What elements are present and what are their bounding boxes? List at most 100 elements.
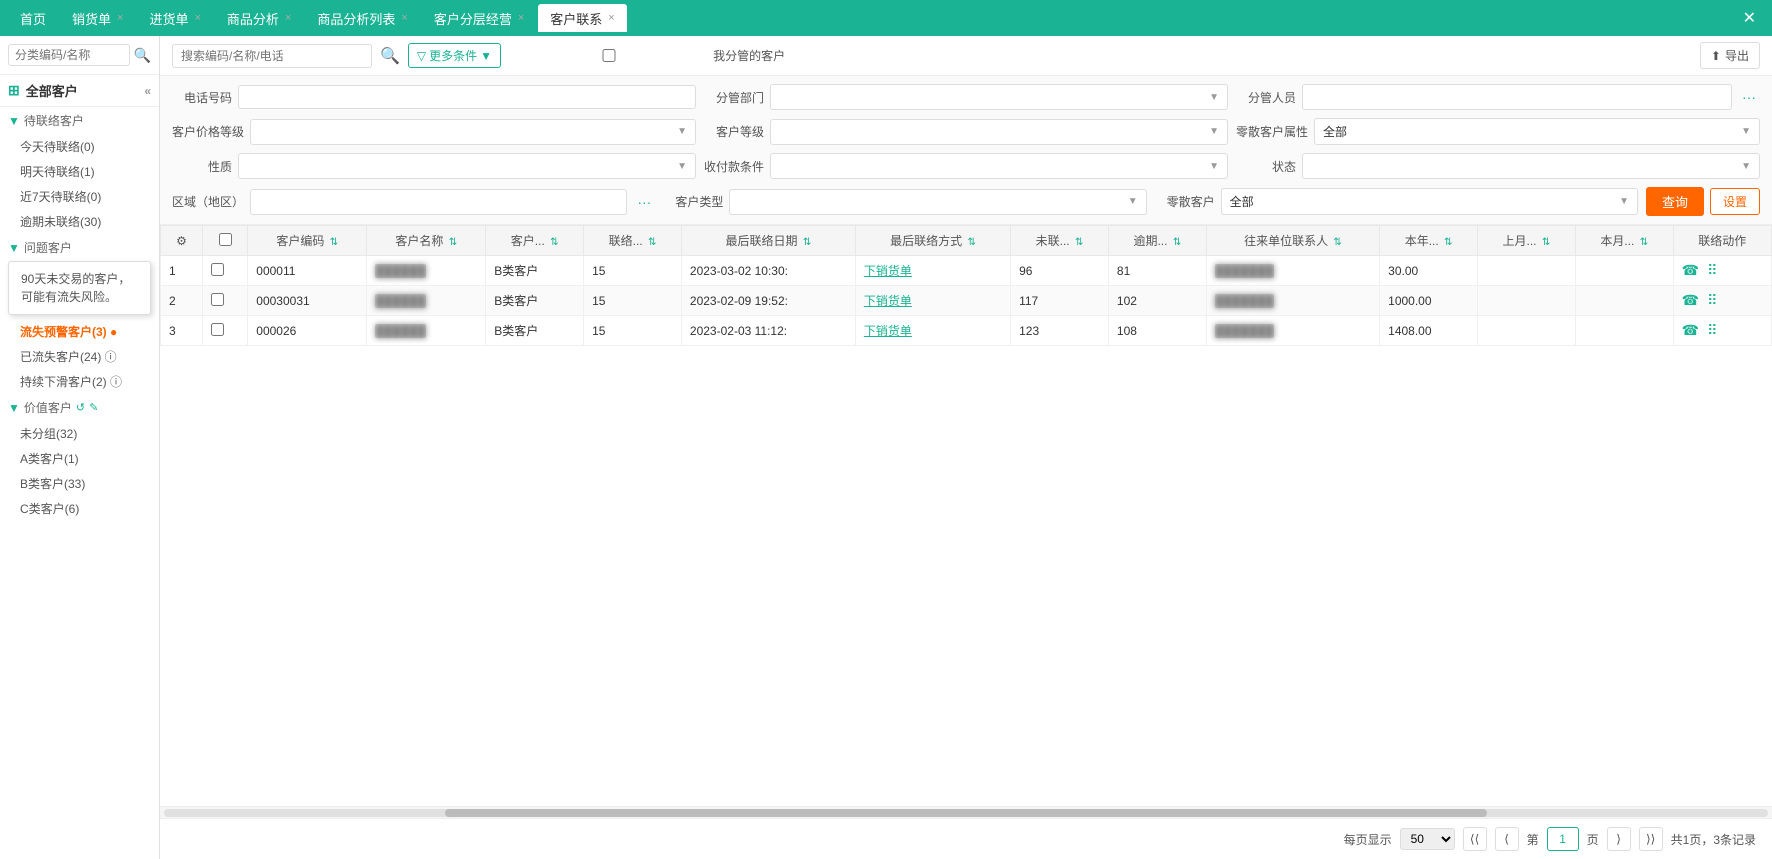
tab-close-purchase[interactable]: ×	[194, 12, 200, 24]
first-page-btn[interactable]: ⟨⟨	[1463, 827, 1487, 851]
pagination-bar: 每页显示 50 100 200 ⟨⟨ ⟨ 第 页 ⟩ ⟩⟩ 共1页，3条记录	[160, 818, 1772, 859]
sidebar-item-today[interactable]: 今天待联络(0)	[0, 134, 159, 159]
row-checkbox-2[interactable]	[211, 293, 224, 306]
contact-icon-3[interactable]: ☎	[1682, 322, 1699, 339]
customer-type-select[interactable]: ▼	[729, 189, 1146, 215]
page-size-select[interactable]: 50 100 200	[1400, 828, 1455, 850]
sidebar-search-icon[interactable]: 🔍	[134, 47, 151, 64]
my-customers-checkbox-label[interactable]: 我分管的客户	[509, 47, 785, 64]
th-type[interactable]: 客户... ⇅	[486, 226, 584, 256]
row-actions-2: ☎ ⠿	[1673, 286, 1771, 316]
person-more-btn[interactable]: ···	[1738, 89, 1760, 105]
row-checkbox-3[interactable]	[211, 323, 224, 336]
search-input[interactable]	[172, 44, 372, 68]
sidebar-item-lost[interactable]: 已流失客户(24) ⓘ	[0, 344, 159, 369]
sidebar-item-ungrouped[interactable]: 未分组(32)	[0, 421, 159, 446]
tab-customer-contact[interactable]: 客户联系 ×	[538, 4, 626, 32]
contact-icon-1[interactable]: ☎	[1682, 262, 1699, 279]
th-person[interactable]: 往来单位联系人 ⇅	[1206, 226, 1379, 256]
tab-close-customer-tier[interactable]: ×	[518, 12, 524, 24]
prev-page-btn[interactable]: ⟨	[1495, 827, 1519, 851]
th-last-method[interactable]: 最后联络方式 ⇅	[855, 226, 1010, 256]
settings-button[interactable]: 设置	[1710, 188, 1760, 215]
select-all-checkbox[interactable]	[219, 233, 232, 246]
row-method-3[interactable]: 下销货单	[855, 316, 1010, 346]
tab-close-product-analysis[interactable]: ×	[285, 12, 291, 24]
last-page-btn[interactable]: ⟩⟩	[1639, 827, 1663, 851]
th-name[interactable]: 客户名称 ⇅	[367, 226, 486, 256]
tab-close-product-list[interactable]: ×	[401, 12, 407, 24]
refresh-icon[interactable]: ↺	[76, 401, 85, 414]
search-button[interactable]: 🔍	[380, 46, 400, 66]
region-more-btn[interactable]: ···	[633, 194, 655, 210]
th-overdue[interactable]: 逾期... ⇅	[1108, 226, 1206, 256]
th-last-month[interactable]: 上月... ⇅	[1477, 226, 1575, 256]
row-check-2[interactable]	[202, 286, 247, 316]
customer-level-select[interactable]: ▼	[770, 119, 1228, 145]
sidebar-group-problem[interactable]: ▼ 问题客户	[0, 234, 159, 261]
status-select[interactable]: ▼	[1302, 153, 1760, 179]
th-last-date[interactable]: 最后联络日期 ⇅	[681, 226, 855, 256]
window-close-button[interactable]: ✕	[1735, 4, 1764, 32]
person-select[interactable]	[1302, 84, 1732, 110]
sidebar-search-input[interactable]	[8, 44, 130, 66]
edit-icon[interactable]: ✎	[89, 401, 98, 414]
sidebar-all-customers[interactable]: ⊞ 全部客户 «	[0, 75, 159, 107]
more-icon-3[interactable]: ⠿	[1707, 322, 1717, 339]
more-icon-2[interactable]: ⠿	[1707, 292, 1717, 309]
th-this-year[interactable]: 本年... ⇅	[1380, 226, 1478, 256]
th-un-contact[interactable]: 未联... ⇅	[1011, 226, 1109, 256]
th-this-month[interactable]: 本月... ⇅	[1575, 226, 1673, 256]
row-method-1[interactable]: 下销货单	[855, 256, 1010, 286]
method-link-2[interactable]: 下销货单	[864, 294, 912, 308]
next-page-btn[interactable]: ⟩	[1607, 827, 1631, 851]
payment-select[interactable]: ▼	[770, 153, 1228, 179]
phone-input[interactable]	[238, 85, 696, 109]
zero-attr-select[interactable]: 全部 ▼	[1314, 118, 1760, 145]
row-check-1[interactable]	[202, 256, 247, 286]
more-conditions-btn[interactable]: ▽ 更多条件 ▼	[408, 43, 501, 68]
sidebar-item-tomorrow[interactable]: 明天待联络(1)	[0, 159, 159, 184]
method-link-1[interactable]: 下销货单	[864, 264, 912, 278]
tab-customer-tier[interactable]: 客户分层经营 ×	[422, 4, 536, 32]
row-checkbox-1[interactable]	[211, 263, 224, 276]
sidebar-item-class-a[interactable]: A类客户(1)	[0, 446, 159, 471]
row-person-2: ███████	[1206, 286, 1379, 316]
region-select[interactable]	[250, 189, 627, 215]
row-check-3[interactable]	[202, 316, 247, 346]
th-code[interactable]: 客户编码 ⇅	[248, 226, 367, 256]
method-link-3[interactable]: 下销货单	[864, 324, 912, 338]
th-settings[interactable]: ⚙	[161, 226, 203, 256]
row-method-2[interactable]: 下销货单	[855, 286, 1010, 316]
sidebar-group-pending[interactable]: ▼ 待联络客户	[0, 107, 159, 134]
more-icon-1[interactable]: ⠿	[1707, 262, 1717, 279]
query-button[interactable]: 查询	[1646, 187, 1704, 216]
sidebar-item-class-b[interactable]: B类客户(33)	[0, 471, 159, 496]
tab-product-analysis[interactable]: 商品分析 ×	[215, 4, 303, 32]
sidebar-item-7days[interactable]: 近7天待联络(0)	[0, 184, 159, 209]
tab-home[interactable]: 首页	[8, 4, 58, 32]
th-checkbox[interactable]	[202, 226, 247, 256]
tab-purchase[interactable]: 进货单 ×	[137, 4, 212, 32]
horizontal-scrollbar[interactable]	[160, 806, 1772, 818]
gender-select[interactable]: ▼	[238, 153, 696, 179]
tab-sales[interactable]: 销货单 ×	[60, 4, 135, 32]
my-customers-checkbox[interactable]	[509, 49, 709, 62]
sidebar-group-value[interactable]: ▼ 价值客户 ↺ ✎	[0, 394, 159, 421]
page-number-input[interactable]	[1547, 827, 1579, 851]
tab-close-customer-contact[interactable]: ×	[608, 12, 614, 24]
scroll-thumb[interactable]	[445, 809, 1488, 817]
tab-close-sales[interactable]: ×	[117, 12, 123, 24]
contact-icon-2[interactable]: ☎	[1682, 292, 1699, 309]
zero-customer-select[interactable]: 全部 ▼	[1221, 188, 1638, 215]
sidebar-item-churn-warning[interactable]: 流失预警客户(3) ●	[0, 319, 159, 344]
export-button[interactable]: ⬆ 导出	[1700, 42, 1760, 69]
sidebar-item-declining[interactable]: 持续下滑客户(2) ⓘ	[0, 369, 159, 394]
sidebar-item-overdue[interactable]: 逾期未联络(30)	[0, 209, 159, 234]
sidebar-item-class-c[interactable]: C类客户(6)	[0, 496, 159, 521]
sidebar-collapse-icon[interactable]: «	[144, 84, 151, 98]
tab-product-list[interactable]: 商品分析列表 ×	[305, 4, 419, 32]
dept-select[interactable]: ▼	[770, 84, 1228, 110]
price-level-select[interactable]: ▼	[250, 119, 696, 145]
th-contact[interactable]: 联络... ⇅	[584, 226, 682, 256]
